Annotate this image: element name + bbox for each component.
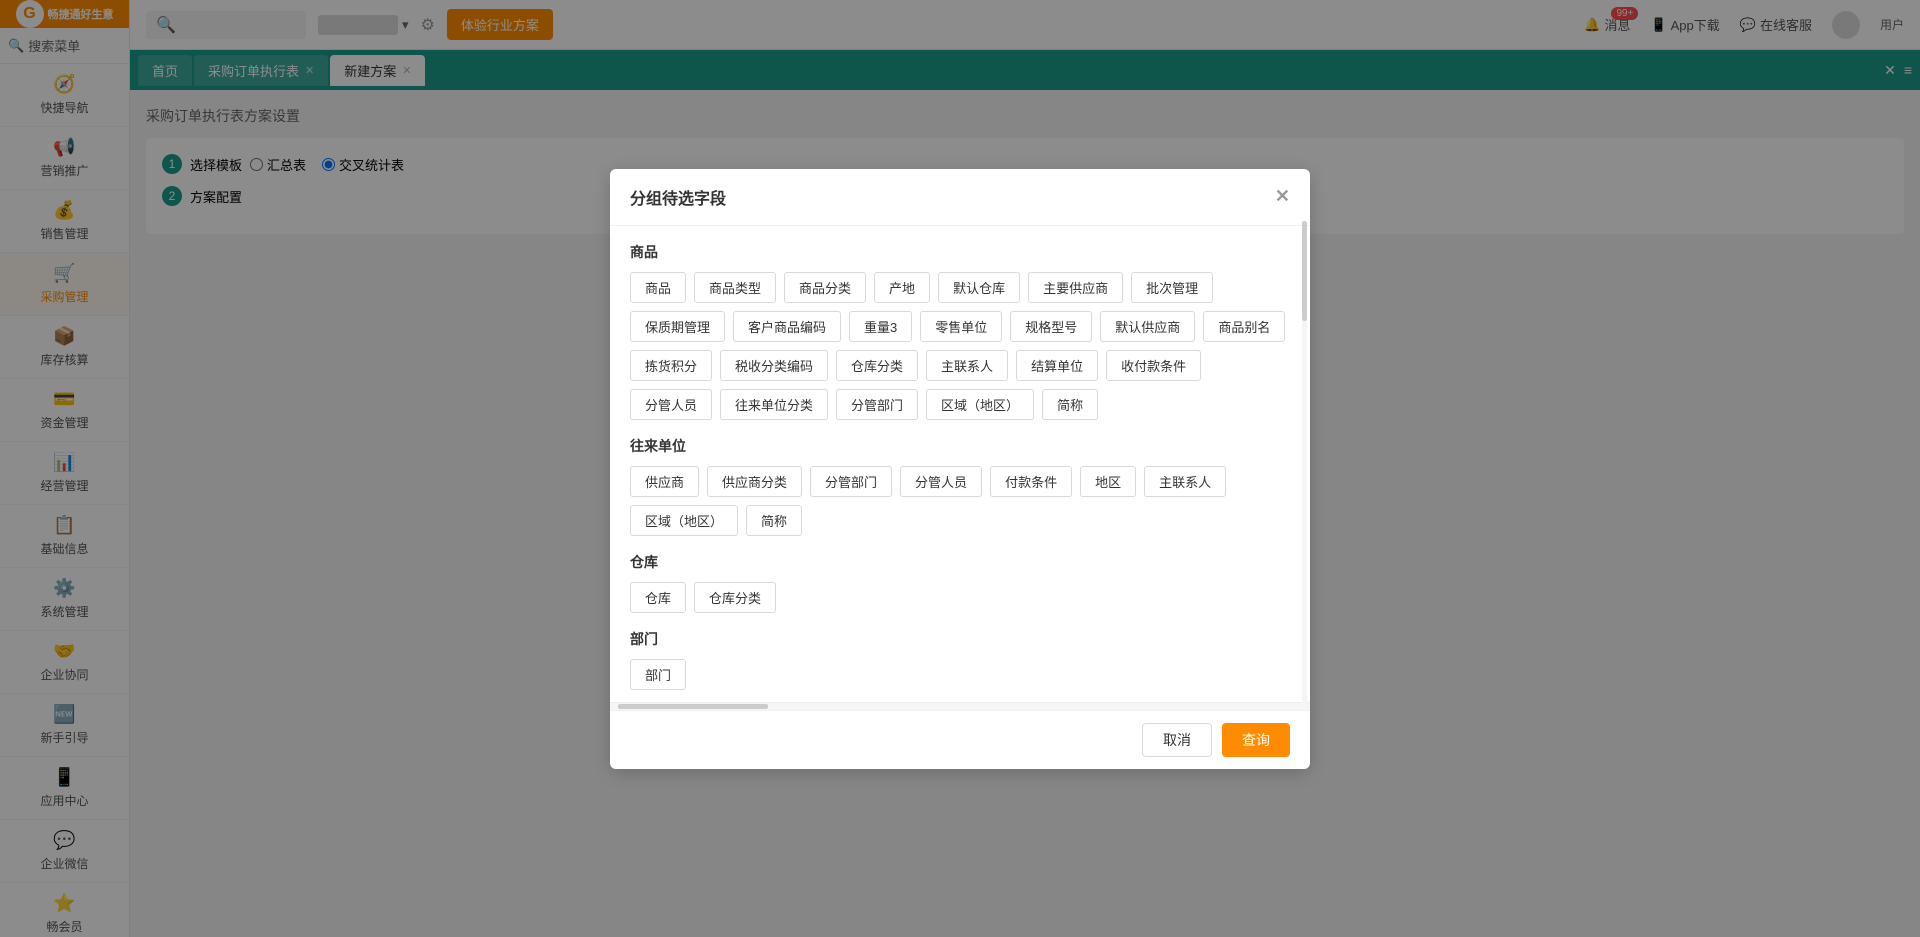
field-tag[interactable]: 部门 (630, 659, 686, 690)
field-tag[interactable]: 分管人员 (630, 389, 712, 420)
field-tag[interactable]: 简称 (746, 505, 802, 536)
field-tag[interactable]: 商品类型 (694, 272, 776, 303)
section-product: 商品 商品 商品类型 商品分类 产地 默认仓库 主要供应商 批次管理 保质期管理… (630, 242, 1290, 420)
cancel-button[interactable]: 取消 (1142, 723, 1212, 757)
field-tag[interactable]: 区域（地区） (926, 389, 1034, 420)
modal-footer: 取消 查询 (610, 710, 1310, 769)
field-tag[interactable]: 主联系人 (926, 350, 1008, 381)
field-tag[interactable]: 供应商分类 (707, 466, 802, 497)
field-tag[interactable]: 简称 (1042, 389, 1098, 420)
field-tag[interactable]: 规格型号 (1010, 311, 1092, 342)
section-product-title: 商品 (630, 242, 1290, 262)
field-tag[interactable]: 批次管理 (1131, 272, 1213, 303)
modal-header: 分组待选字段 ✕ (610, 169, 1310, 226)
field-tag[interactable]: 默认仓库 (938, 272, 1020, 303)
field-tag[interactable]: 仓库分类 (836, 350, 918, 381)
field-tag[interactable]: 默认供应商 (1100, 311, 1195, 342)
modal-hscrollbar-thumb (618, 704, 768, 709)
modal-overlay[interactable]: 分组待选字段 ✕ 商品 商品 商品类型 商品分类 产地 默认仓库 主要供应商 批… (0, 0, 1920, 937)
modal-body: 商品 商品 商品类型 商品分类 产地 默认仓库 主要供应商 批次管理 保质期管理… (610, 226, 1310, 703)
section-partner: 往来单位 供应商 供应商分类 分管部门 分管人员 付款条件 地区 主联系人 区域… (630, 436, 1290, 536)
field-tag[interactable]: 产地 (874, 272, 930, 303)
confirm-button[interactable]: 查询 (1222, 723, 1290, 757)
field-tag[interactable]: 付款条件 (990, 466, 1072, 497)
product-fields: 商品 商品类型 商品分类 产地 默认仓库 主要供应商 批次管理 保质期管理 客户… (630, 272, 1290, 420)
field-tag[interactable]: 主要供应商 (1028, 272, 1123, 303)
field-tag[interactable]: 零售单位 (920, 311, 1002, 342)
modal-title: 分组待选字段 (630, 185, 726, 209)
field-tag[interactable]: 收付款条件 (1106, 350, 1201, 381)
section-warehouse-title: 仓库 (630, 552, 1290, 572)
modal: 分组待选字段 ✕ 商品 商品 商品类型 商品分类 产地 默认仓库 主要供应商 批… (610, 169, 1310, 769)
field-tag[interactable]: 仓库 (630, 582, 686, 613)
modal-close-icon[interactable]: ✕ (1275, 186, 1290, 207)
field-tag[interactable]: 拣货积分 (630, 350, 712, 381)
field-tag[interactable]: 分管部门 (836, 389, 918, 420)
field-tag[interactable]: 结算单位 (1016, 350, 1098, 381)
field-tag[interactable]: 商品别名 (1203, 311, 1285, 342)
field-tag[interactable]: 仓库分类 (694, 582, 776, 613)
field-tag[interactable]: 分管部门 (810, 466, 892, 497)
field-tag[interactable]: 商品分类 (784, 272, 866, 303)
field-tag[interactable]: 区域（地区） (630, 505, 738, 536)
field-tag[interactable]: 重量3 (849, 311, 912, 342)
section-partner-title: 往来单位 (630, 436, 1290, 456)
section-warehouse: 仓库 仓库 仓库分类 (630, 552, 1290, 613)
field-tag[interactable]: 供应商 (630, 466, 699, 497)
modal-vscrollbar[interactable] (1300, 221, 1308, 709)
field-tag[interactable]: 客户商品编码 (733, 311, 841, 342)
field-tag[interactable]: 往来单位分类 (720, 389, 828, 420)
field-tag[interactable]: 保质期管理 (630, 311, 725, 342)
section-department-title: 部门 (630, 629, 1290, 649)
field-tag[interactable]: 地区 (1080, 466, 1136, 497)
department-fields: 部门 (630, 659, 1290, 690)
field-tag[interactable]: 商品 (630, 272, 686, 303)
modal-hscrollbar[interactable] (610, 702, 1310, 709)
field-tag[interactable]: 主联系人 (1144, 466, 1226, 497)
partner-fields: 供应商 供应商分类 分管部门 分管人员 付款条件 地区 主联系人 区域（地区） … (630, 466, 1290, 536)
modal-vscrollbar-thumb (1302, 221, 1307, 321)
field-tag[interactable]: 税收分类编码 (720, 350, 828, 381)
warehouse-fields: 仓库 仓库分类 (630, 582, 1290, 613)
field-tag[interactable]: 分管人员 (900, 466, 982, 497)
section-department: 部门 部门 (630, 629, 1290, 690)
